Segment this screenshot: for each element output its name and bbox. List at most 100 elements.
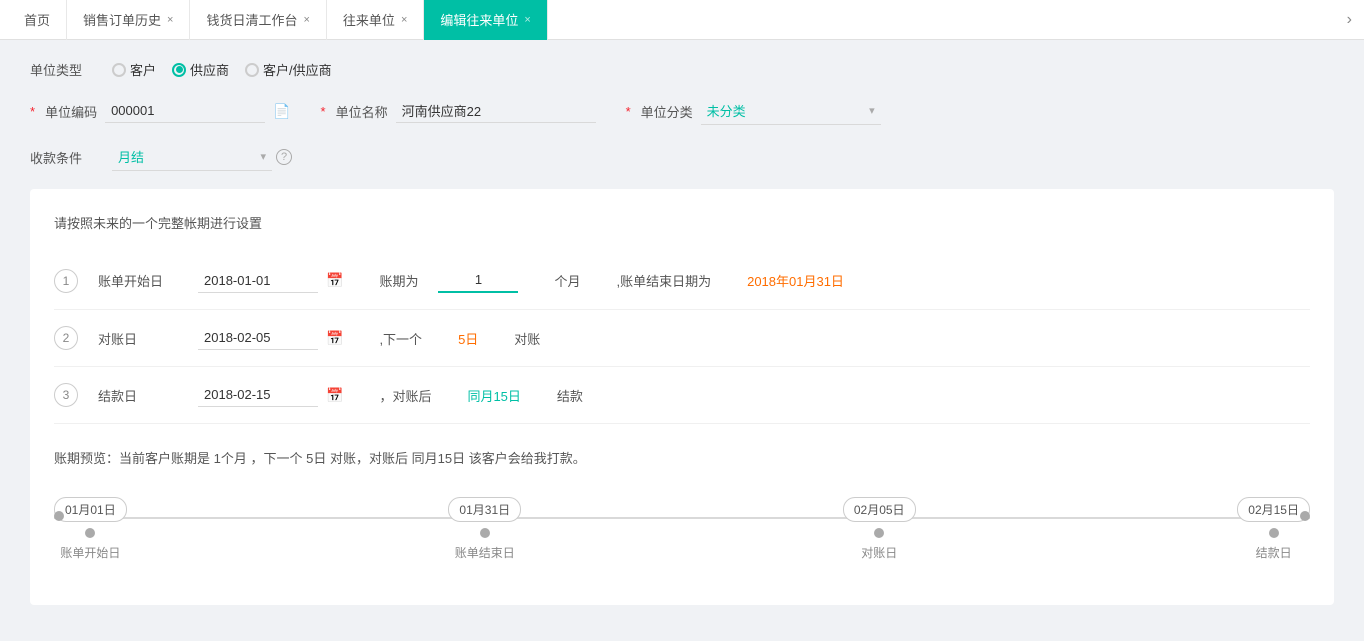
step-3-desc-highlight: 同月15日 [467, 386, 520, 405]
payment-terms-value: 月结 [118, 147, 256, 166]
step-1-num: 1 [54, 269, 78, 293]
step-1-field: 📅 [198, 269, 343, 293]
tab-sales-history-close[interactable]: × [167, 14, 173, 26]
timeline-point-4: 02月15日 结款日 [1237, 497, 1310, 561]
timeline-end-dot [1300, 511, 1310, 521]
timeline-badge-1: 01月01日 [54, 497, 127, 522]
tab-sales-history-label: 销售订单历史 [83, 10, 161, 29]
preview-highlight2: 5日 [306, 451, 326, 466]
radio-both-circle [245, 63, 259, 77]
timeline-wrapper: 01月01日 账单开始日 01月31日 账单结束日 02月05日 [54, 497, 1310, 561]
timeline-dot-4 [1269, 528, 1279, 538]
timeline-dot-2 [480, 528, 490, 538]
unit-category-select[interactable]: 未分类 ▾ [701, 97, 881, 125]
radio-customer-circle [112, 63, 126, 77]
preview-highlight1: 1个月 [214, 451, 247, 466]
radio-supplier-label: 供应商 [190, 60, 229, 79]
unit-code-label: 单位编码 [45, 102, 97, 121]
step-3-num: 3 [54, 383, 78, 407]
tab-partner-close[interactable]: × [401, 14, 407, 26]
step-1-row: 1 账单开始日 📅 账期为 个月 ,账单结束日期为 2018年01月31日 [54, 252, 1310, 310]
unit-category-label: 单位分类 [641, 102, 693, 121]
preview-mid1: ，下一个 [251, 451, 303, 466]
timeline-point-2: 01月31日 账单结束日 [448, 497, 521, 561]
unit-name-field: * 单位名称 [321, 99, 596, 123]
timeline-start-dot [54, 511, 64, 521]
step-3-row: 3 结款日 📅 ，对账后 同月15日 结款 [54, 367, 1310, 424]
step-2-label: 对账日 [98, 329, 178, 348]
tab-home-label: 首页 [24, 10, 50, 29]
unit-code-star: * [30, 104, 35, 119]
timeline-badge-2: 01月31日 [448, 497, 521, 522]
step-1-end-text: ,账单结束日期为 [616, 271, 711, 290]
radio-customer-label: 客户 [130, 60, 156, 79]
tab-edit-partner-close[interactable]: × [524, 14, 530, 26]
step-3-date-input[interactable] [198, 383, 318, 407]
payment-terms-label: 收款条件 [30, 148, 82, 167]
step-3-field: 📅 [198, 383, 343, 407]
tab-edit-partner-label: 编辑往来单位 [440, 10, 518, 29]
step-1-cal-icon[interactable]: 📅 [326, 272, 343, 289]
help-icon[interactable]: ? [276, 149, 292, 165]
radio-both[interactable]: 客户/供应商 [245, 60, 332, 79]
preview-suffix: 该客户会给我打款。 [469, 451, 586, 466]
step-2-row: 2 对账日 📅 ,下一个 5日 对账 [54, 310, 1310, 367]
unit-category-arrow: ▾ [869, 104, 875, 117]
payment-terms-row: 收款条件 月结 ▾ ? [30, 143, 1334, 171]
timeline-label-4: 结款日 [1256, 544, 1292, 561]
unit-info-row: * 单位编码 📄 * 单位名称 * 单位分类 未分类 ▾ [30, 97, 1334, 125]
main-content: 单位类型 客户 供应商 客户/供应商 * 单位编码 📄 * 单位名称 [0, 40, 1364, 641]
tab-partner-label: 往来单位 [343, 10, 395, 29]
tab-cashflow-label: 钱货日清工作台 [206, 10, 297, 29]
timeline-label-2: 账单结束日 [455, 544, 515, 561]
payment-terms-select-row: 月结 ▾ ? [112, 143, 292, 171]
payment-terms-arrow: ▾ [260, 150, 266, 163]
card-instruction: 请按照未来的一个完整帐期进行设置 [54, 213, 1310, 232]
tab-cashflow-close[interactable]: × [303, 14, 309, 26]
timeline-label-3: 对账日 [861, 544, 897, 561]
tab-partner[interactable]: 往来单位 × [327, 0, 424, 40]
radio-supplier[interactable]: 供应商 [172, 60, 229, 79]
unit-category-value: 未分类 [707, 101, 865, 120]
unit-name-label: 单位名称 [336, 102, 388, 121]
radio-customer[interactable]: 客户 [112, 60, 156, 79]
unit-type-row: 单位类型 客户 供应商 客户/供应商 [30, 60, 1334, 79]
unit-category-star: * [626, 104, 631, 119]
unit-code-input[interactable] [105, 99, 265, 123]
timeline-point-3: 02月05日 对账日 [843, 497, 916, 561]
tab-cashflow[interactable]: 钱货日清工作台 × [190, 0, 326, 40]
step-2-desc-highlight: 5日 [458, 329, 478, 348]
step-2-desc-before: ,下一个 [379, 329, 422, 348]
step-1-period-input[interactable] [438, 268, 518, 293]
tab-sales-history[interactable]: 销售订单历史 × [67, 0, 190, 40]
timeline-dot-3 [874, 528, 884, 538]
timeline-badge-4: 02月15日 [1237, 497, 1310, 522]
timeline-label-1: 账单开始日 [60, 544, 120, 561]
step-2-field: 📅 [198, 326, 343, 350]
unit-type-radio-group: 客户 供应商 客户/供应商 [112, 60, 332, 79]
step-3-label: 结款日 [98, 386, 178, 405]
step-1-label: 账单开始日 [98, 271, 178, 290]
step-2-desc-after: 对账 [514, 329, 540, 348]
unit-type-label: 单位类型 [30, 60, 82, 79]
step-3-desc-after: 结款 [557, 386, 583, 405]
tab-home[interactable]: 首页 [8, 0, 67, 40]
timeline: 01月01日 账单开始日 01月31日 账单结束日 02月05日 [54, 487, 1310, 581]
step-3-cal-icon[interactable]: 📅 [326, 387, 343, 404]
preview-prefix: 账期预览：当前客户账期是 [54, 451, 210, 466]
preview-mid2: 对账，对账后 [330, 451, 408, 466]
tab-more-button[interactable]: › [1335, 11, 1364, 29]
step-1-date-input[interactable] [198, 269, 318, 293]
radio-supplier-circle [172, 63, 186, 77]
payment-terms-select[interactable]: 月结 ▾ [112, 143, 272, 171]
radio-both-label: 客户/供应商 [263, 60, 332, 79]
unit-name-input[interactable] [396, 99, 596, 123]
step-1-mid-text: 账期为 [379, 271, 418, 290]
step-2-date-input[interactable] [198, 326, 318, 350]
step-2-cal-icon[interactable]: 📅 [326, 330, 343, 347]
tab-edit-partner[interactable]: 编辑往来单位 × [424, 0, 547, 40]
step-1-period-unit: 个月 [554, 271, 580, 290]
settings-card: 请按照未来的一个完整帐期进行设置 1 账单开始日 📅 账期为 个月 ,账单结束日… [30, 189, 1334, 605]
timeline-dot-1 [85, 528, 95, 538]
unit-code-icon[interactable]: 📄 [273, 103, 290, 120]
